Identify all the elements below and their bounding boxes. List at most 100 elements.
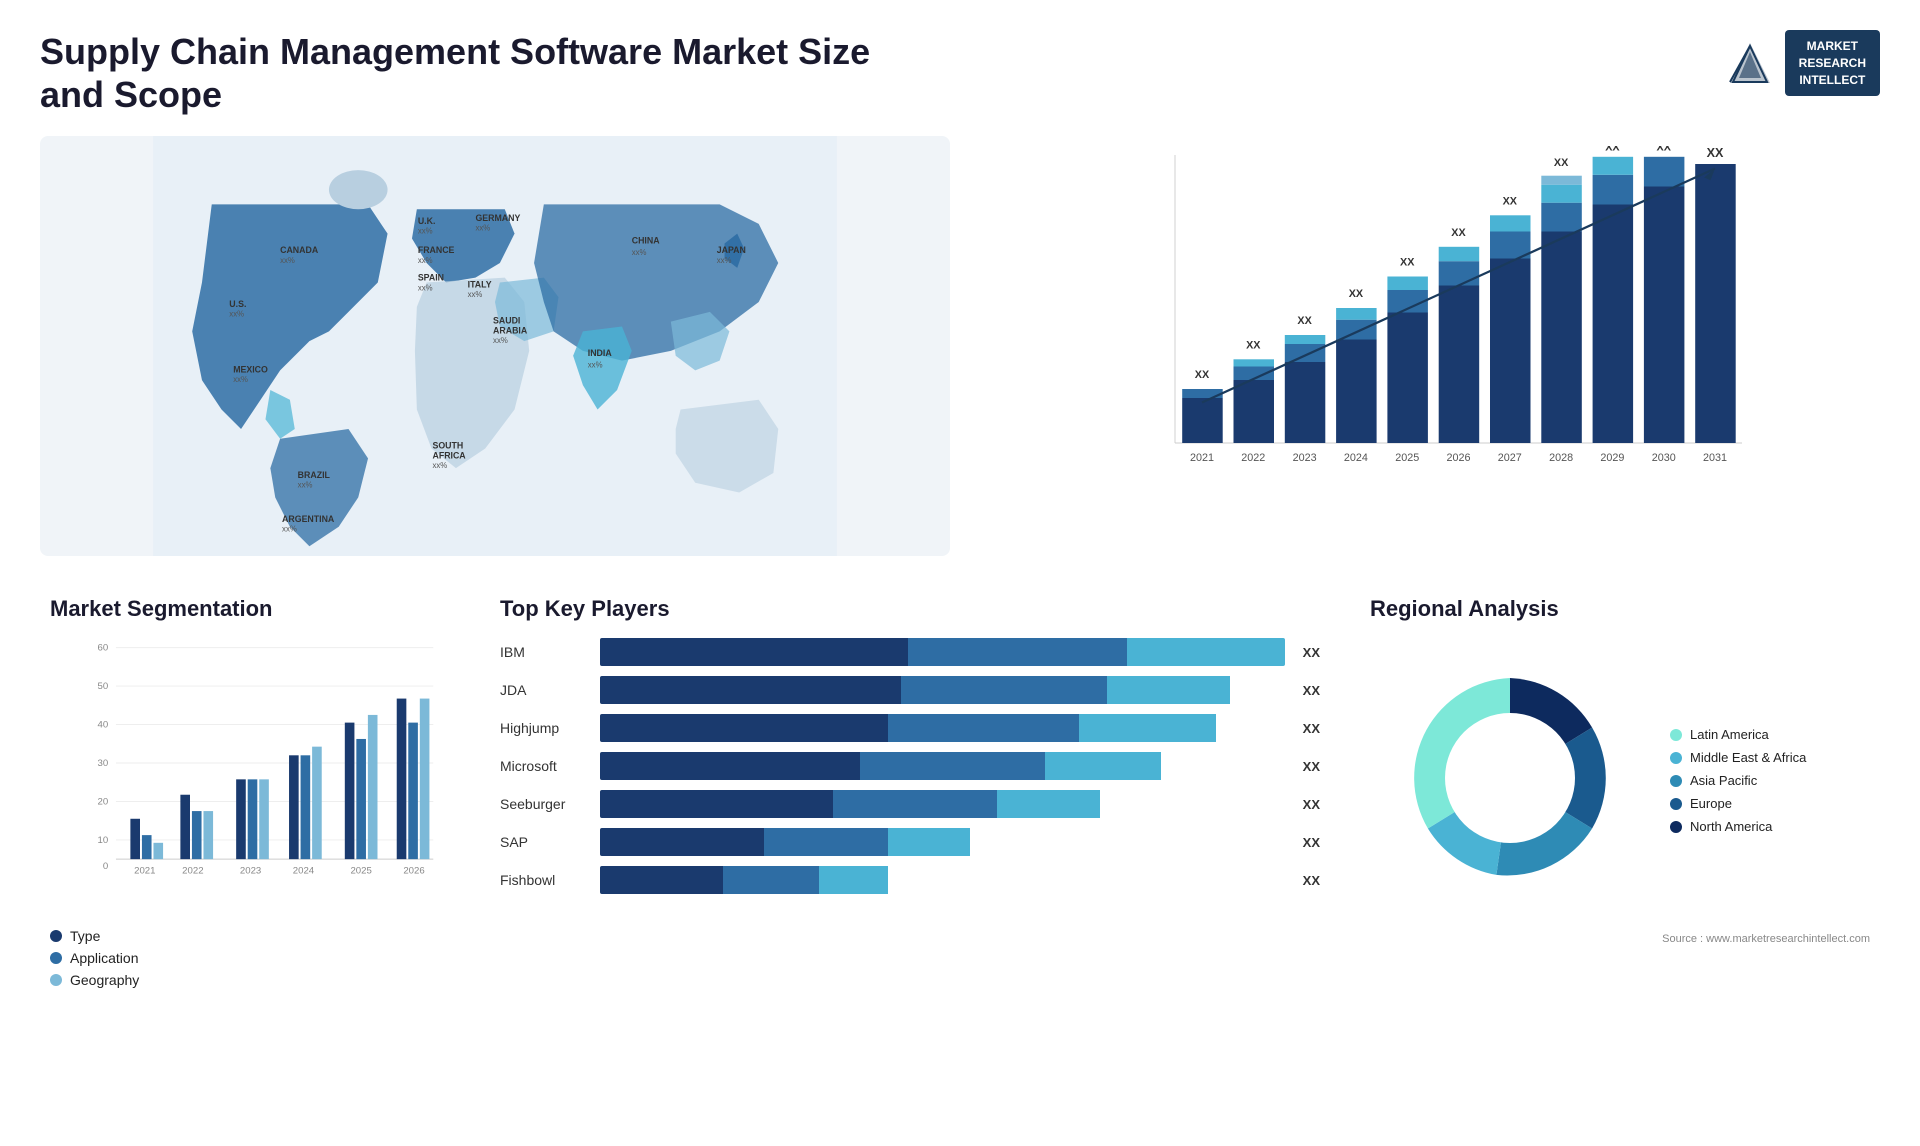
page-header: Supply Chain Management Software Market … [40,30,1880,116]
bar-seg-1 [600,752,860,780]
world-map-svg: CANADA xx% U.S. xx% MEXICO xx% BRAZIL xx… [40,136,950,556]
svg-text:CANADA: CANADA [280,246,319,256]
player-bar [600,790,1285,818]
svg-text:U.K.: U.K. [418,216,436,226]
svg-text:XX: XX [1195,370,1210,382]
bar-seg-1 [600,714,888,742]
svg-text:2030: 2030 [1652,452,1676,464]
legend-me-dot [1670,752,1682,764]
svg-text:XX: XX [1349,289,1364,301]
svg-text:30: 30 [98,758,109,769]
player-value: XX [1303,759,1320,774]
bar-seg-2 [723,866,819,894]
bar-seg-2 [901,676,1106,704]
regional-section: Regional Analysis [1360,586,1880,1004]
svg-text:JAPAN: JAPAN [717,246,746,256]
segmentation-svg: 60 50 40 30 20 10 0 2021 2022 2023 2024 … [80,638,450,888]
svg-text:XX: XX [1451,227,1466,239]
legend-geography-dot [50,974,62,986]
legend-eu-dot [1670,798,1682,810]
legend-asia-pacific: Asia Pacific [1670,773,1806,788]
player-name: Fishbowl [500,872,590,888]
svg-text:xx%: xx% [588,361,603,370]
bar-seg-2 [888,714,1080,742]
svg-text:2026: 2026 [1447,452,1471,464]
bar-seg-3 [888,828,970,856]
svg-text:60: 60 [98,643,109,654]
player-bar-container [600,714,1285,742]
player-row: JDA XX [500,676,1320,704]
player-bar-container [600,676,1285,704]
svg-text:XX: XX [1605,146,1620,154]
svg-text:2027: 2027 [1498,452,1522,464]
source-text: Source : www.marketresearchintellect.com [1370,933,1870,945]
regional-legend: Latin America Middle East & Africa Asia … [1670,727,1806,834]
page-title: Supply Chain Management Software Market … [40,30,940,116]
player-bar-container [600,790,1285,818]
bar-seg-1 [600,790,833,818]
svg-text:xx%: xx% [418,256,433,265]
svg-text:2022: 2022 [182,866,203,877]
svg-text:2025: 2025 [1395,452,1419,464]
bar-seg-1 [600,638,908,666]
donut-chart [1370,638,1650,923]
svg-text:SOUTH: SOUTH [432,441,463,451]
player-bar [600,866,1285,894]
player-name: IBM [500,644,590,660]
bar-seg-3 [1107,676,1230,704]
svg-text:FRANCE: FRANCE [418,246,455,256]
player-value: XX [1303,835,1320,850]
svg-text:2029: 2029 [1600,452,1624,464]
svg-text:2022: 2022 [1241,452,1265,464]
svg-text:CHINA: CHINA [632,236,660,246]
svg-text:XX: XX [1707,146,1724,160]
bar-seg-1 [600,828,764,856]
player-row: IBM XX [500,638,1320,666]
svg-text:2023: 2023 [1293,452,1317,464]
player-bar [600,828,1285,856]
bar-seg-1 [600,676,901,704]
legend-application-label: Application [70,950,139,966]
player-row: Highjump XX [500,714,1320,742]
bar-seg-1 [600,866,723,894]
player-bar [600,638,1285,666]
key-players-section: Top Key Players IBM XX JDA [490,586,1330,1004]
player-bar [600,752,1285,780]
player-bar [600,714,1285,742]
svg-text:XX: XX [1297,316,1312,328]
world-map-section: CANADA xx% U.S. xx% MEXICO xx% BRAZIL xx… [40,136,950,556]
svg-text:xx%: xx% [717,256,732,265]
player-value: XX [1303,645,1320,660]
legend-la-dot [1670,729,1682,741]
svg-text:xx%: xx% [229,310,244,319]
legend-la-label: Latin America [1690,727,1769,742]
svg-text:2023: 2023 [240,866,261,877]
svg-text:2021: 2021 [1190,452,1214,464]
bar-seg-2 [833,790,997,818]
donut-container: Latin America Middle East & Africa Asia … [1370,638,1870,923]
svg-text:XX: XX [1657,146,1672,154]
bar-chart-svg: XX 2021 XX 2022 XX 2023 XX 2024 XX [1030,146,1860,506]
player-row: Microsoft XX [500,752,1320,780]
key-players-title: Top Key Players [500,596,1320,622]
segmentation-title: Market Segmentation [50,596,450,622]
svg-text:10: 10 [98,835,109,846]
svg-text:2021: 2021 [134,866,155,877]
bar-seg-2 [860,752,1045,780]
legend-europe: Europe [1670,796,1806,811]
legend-eu-label: Europe [1690,796,1732,811]
svg-text:ITALY: ITALY [468,280,492,290]
svg-text:2024: 2024 [293,866,315,877]
svg-text:XX: XX [1503,196,1518,208]
logo-text: MARKET RESEARCH INTELLECT [1785,30,1880,96]
player-bar [600,676,1285,704]
legend-na-label: North America [1690,819,1772,834]
svg-text:GERMANY: GERMANY [475,213,520,223]
player-bar-container [600,638,1285,666]
svg-text:XX: XX [1246,340,1261,352]
bar-seg-3 [997,790,1100,818]
svg-text:ARABIA: ARABIA [493,326,528,336]
logo-icon [1725,38,1775,88]
svg-text:SPAIN: SPAIN [418,273,444,283]
legend-north-america: North America [1670,819,1806,834]
